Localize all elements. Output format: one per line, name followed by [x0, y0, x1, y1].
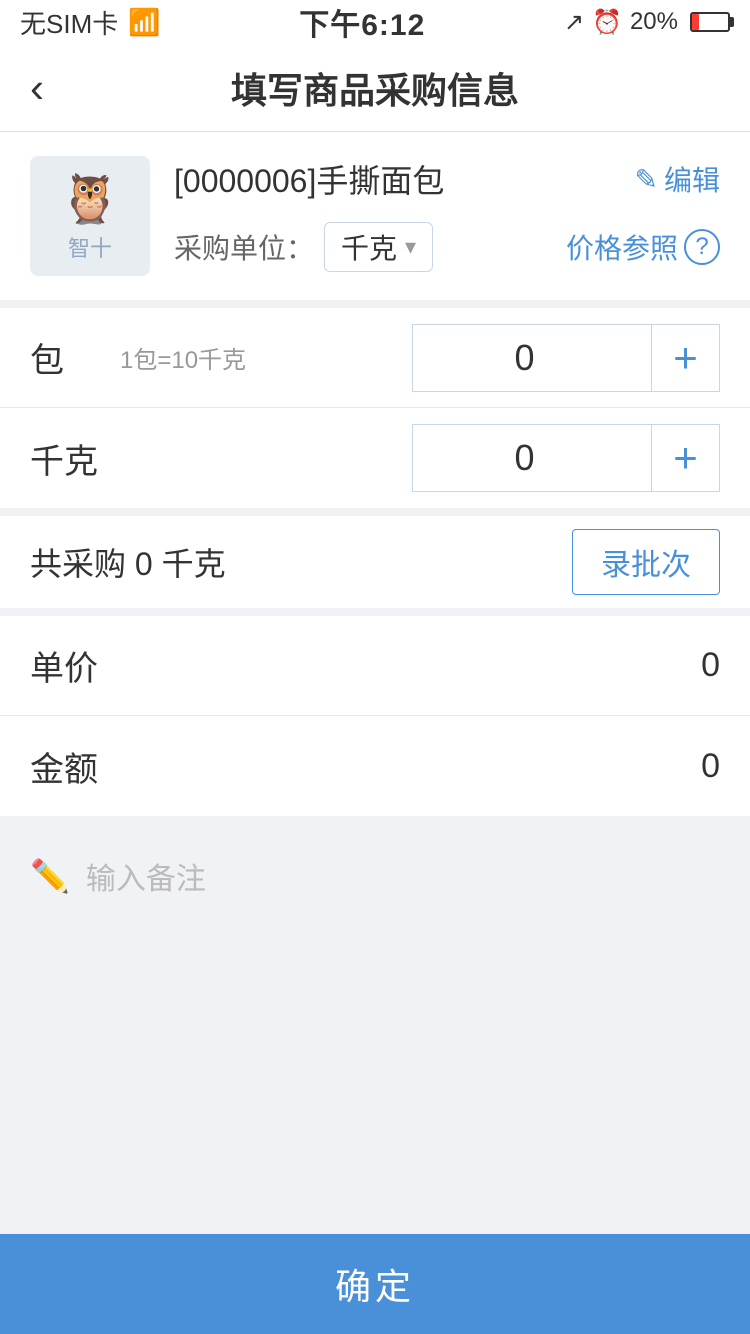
- amount-value: 0: [701, 747, 720, 786]
- amount-row: 金额 0: [0, 716, 750, 816]
- product-unit-row: 采购单位： 千克 ▾ 价格参照 ?: [174, 222, 720, 272]
- product-logo-owl: 🦉: [60, 170, 120, 227]
- product-card: 🦉 智十 [0000006]手撕面包 ✎ 编辑 采购单位： 千克 ▾ 价格参照 …: [0, 132, 750, 308]
- unit-price-value: 0: [701, 646, 720, 685]
- status-left: 无SIM卡 📶: [20, 4, 161, 41]
- wifi-icon: 📶: [128, 7, 160, 38]
- kg-input-wrap: +: [412, 424, 720, 492]
- bao-input[interactable]: [412, 324, 652, 392]
- carrier-text: 无SIM卡: [20, 4, 118, 41]
- kg-label: 千克: [30, 434, 110, 483]
- status-time: 下午6:12: [299, 0, 425, 44]
- kg-row: 千克 +: [0, 408, 750, 508]
- help-icon: ?: [684, 229, 720, 265]
- kg-plus-button[interactable]: +: [652, 424, 720, 492]
- edit-label: 编辑: [664, 159, 720, 199]
- chevron-down-icon: ▾: [405, 234, 416, 260]
- unit-label: 采购单位：: [174, 227, 314, 267]
- battery-icon: [690, 12, 730, 32]
- page-title: 填写商品采购信息: [231, 62, 519, 114]
- unit-select[interactable]: 千克 ▾: [324, 222, 433, 272]
- amount-label: 金额: [30, 742, 98, 791]
- product-logo-text: 智十: [68, 231, 112, 263]
- confirm-button-label: 确定: [335, 1258, 415, 1310]
- confirm-button[interactable]: 确定: [0, 1234, 750, 1334]
- bao-plus-button[interactable]: +: [652, 324, 720, 392]
- nav-bar: ‹ 填写商品采购信息: [0, 44, 750, 132]
- batch-button[interactable]: 录批次: [572, 529, 720, 595]
- location-icon: ↗: [564, 8, 584, 37]
- product-name: [0000006]手撕面包: [174, 156, 444, 202]
- product-top-row: [0000006]手撕面包 ✎ 编辑: [174, 156, 720, 202]
- battery-percent: 20%: [630, 8, 678, 36]
- input-section: 包 1包=10千克 + 千克 +: [0, 308, 750, 516]
- unit-price-label: 单价: [30, 641, 98, 690]
- bao-sub: 1包=10千克: [120, 340, 412, 375]
- bao-label: 包: [30, 333, 110, 382]
- note-placeholder[interactable]: 输入备注: [86, 854, 206, 898]
- price-section: 单价 0 金额 0: [0, 616, 750, 824]
- kg-input[interactable]: [412, 424, 652, 492]
- price-ref-button[interactable]: 价格参照 ?: [566, 227, 720, 267]
- back-button[interactable]: ‹: [30, 67, 44, 109]
- summary-row: 共采购 0 千克 录批次: [0, 516, 750, 616]
- unit-select-wrap: 采购单位： 千克 ▾: [174, 222, 433, 272]
- note-section: ✏️ 输入备注: [0, 824, 750, 1024]
- alarm-icon: ⏰: [592, 8, 622, 37]
- summary-text: 共采购 0 千克: [30, 539, 226, 585]
- product-info: [0000006]手撕面包 ✎ 编辑 采购单位： 千克 ▾ 价格参照 ?: [174, 156, 720, 272]
- status-bar: 无SIM卡 📶 下午6:12 ↗ ⏰ 20%: [0, 0, 750, 44]
- status-right: ↗ ⏰ 20%: [564, 8, 730, 37]
- bao-row: 包 1包=10千克 +: [0, 308, 750, 408]
- edit-button[interactable]: ✎ 编辑: [635, 159, 720, 199]
- bao-input-wrap: +: [412, 324, 720, 392]
- note-input-wrap: ✏️ 输入备注: [30, 854, 720, 898]
- edit-icon: ✎: [635, 163, 658, 196]
- product-image: 🦉 智十: [30, 156, 150, 276]
- price-ref-label: 价格参照: [566, 227, 678, 267]
- note-icon: ✏️: [30, 857, 70, 895]
- unit-value: 千克: [341, 227, 397, 267]
- unit-price-row: 单价 0: [0, 616, 750, 716]
